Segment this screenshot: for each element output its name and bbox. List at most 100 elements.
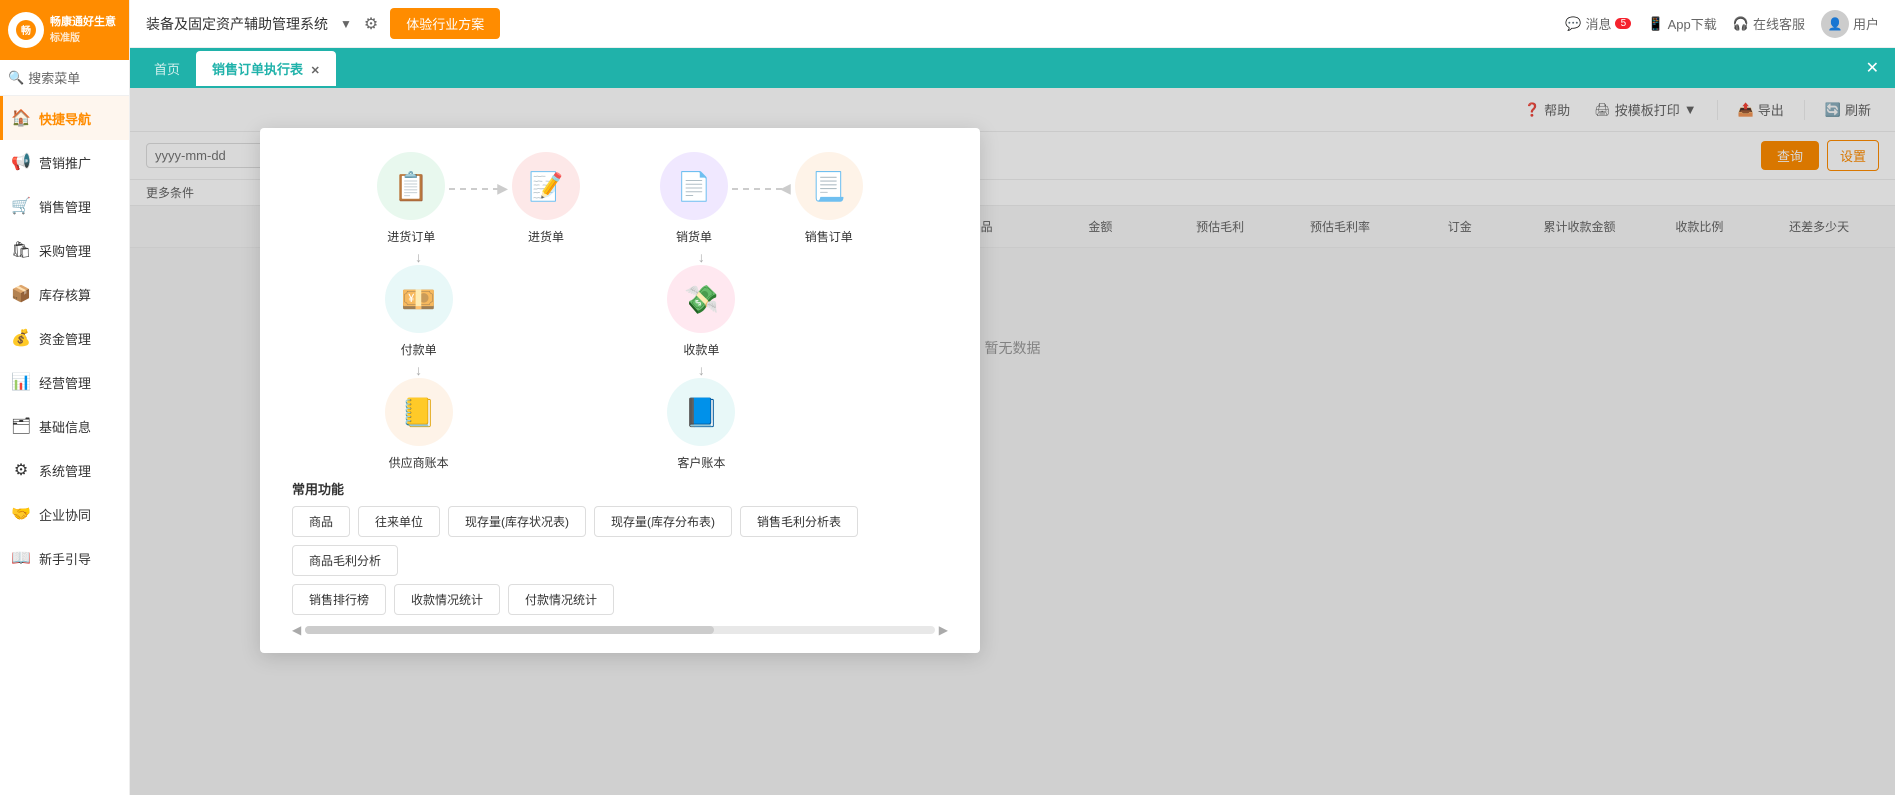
gear-icon[interactable]: ⚙ (364, 14, 378, 34)
common-btn-现存量(库存状况表)[interactable]: 现存量(库存状况表) (448, 506, 586, 537)
scrollbar-track[interactable] (305, 626, 935, 634)
flow-customer-ledger[interactable]: 📘 客户账本 (667, 378, 735, 471)
flow-sales-order-item[interactable]: 📃 销售订单 (795, 152, 863, 245)
common-btn-往来单位[interactable]: 往来单位 (358, 506, 440, 537)
arrow-sb-rec: ↓ (698, 249, 705, 265)
message-badge: 5 (1615, 18, 1631, 29)
arrow-right-2-icon: ◀ (780, 180, 791, 197)
tab-sales-order-label: 销售订单执行表 (212, 62, 303, 77)
common-btn-付款情况统计[interactable]: 付款情况统计 (508, 584, 614, 615)
down-arrow-icon: ↓ (415, 249, 422, 265)
flow-receipt[interactable]: 💸 收款单 (667, 265, 735, 358)
dashed-line (449, 188, 499, 190)
flow-purchase-order[interactable]: 📋 进货订单 (377, 152, 445, 245)
collab-icon: 🤝 (11, 504, 31, 524)
common-functions: 常用功能 商品往来单位现存量(库存状况表)现存量(库存分布表)销售毛利分析表商品… (292, 479, 948, 615)
purchase-icon: 🛍 (11, 240, 31, 260)
system-dropdown-icon[interactable]: ▼ (340, 17, 352, 31)
common-btn-商品毛利分析[interactable]: 商品毛利分析 (292, 545, 398, 576)
sales-bill-label: 销货单 (676, 228, 712, 245)
app-download-label: App下载 (1668, 14, 1717, 33)
flow-purchase-bill[interactable]: 📝 进货单 (512, 152, 580, 245)
common-btns-row1: 商品往来单位现存量(库存状况表) 现存量(库存分布表) 销售毛利分析表商品毛利分析 (292, 506, 948, 576)
flow-left: 📋 进货订单 ▶ 📝 进货单 (377, 152, 580, 471)
experience-btn[interactable]: 体验行业方案 (390, 8, 500, 39)
sidebar-item-purchase[interactable]: 🛍 采购管理 (0, 228, 129, 272)
payment-label: 付款单 (401, 341, 437, 358)
down-arrow-2-icon: ↓ (415, 362, 422, 378)
search-menu[interactable]: 🔍 搜索菜单 (0, 60, 129, 96)
guide-icon: 📖 (11, 548, 31, 568)
topbar-right: 💬 消息 5 📱 App下载 🎧 在线客服 👤 用户 (1565, 10, 1879, 38)
tabbar-close-btn[interactable]: ✕ (1858, 54, 1887, 82)
online-service-btn[interactable]: 🎧 在线客服 (1733, 14, 1805, 33)
common-btn-销售毛利分析表[interactable]: 销售毛利分析表 (740, 506, 858, 537)
common-btns-row2: 销售排行榜收款情况统计付款情况统计 (292, 584, 948, 615)
tab-close-icon[interactable]: ✕ (311, 65, 320, 77)
scrollbar-thumb (305, 626, 714, 634)
scroll-right-btn[interactable]: ▶ (939, 623, 948, 637)
avatar-icon: 👤 (1828, 17, 1843, 31)
down-arrow-4-icon: ↓ (698, 362, 705, 378)
sidebar-label-quick-nav: 快捷导航 (39, 109, 91, 128)
sales-bill-icon: 📄 (660, 152, 728, 220)
flow-right: 📄 销货单 ◀ 📃 销售订单 (660, 152, 863, 471)
sidebar-label-collab: 企业协同 (39, 505, 91, 524)
content-area: ❓ 帮助 🖨 按模板打印 ▼ 📤 导出 🔄 刷新 (130, 88, 1895, 795)
flow-payment[interactable]: 💴 付款单 (385, 265, 453, 358)
sidebar-item-inventory[interactable]: 📦 库存核算 (0, 272, 129, 316)
logo-sub: 标准版 (50, 29, 116, 44)
basic-icon: 🗂 (11, 416, 31, 436)
sidebar-item-finance[interactable]: 💰 资金管理 (0, 316, 129, 360)
sidebar-label-sales: 销售管理 (39, 197, 91, 216)
arrow-po-pb: ▶ (449, 180, 508, 217)
avatar: 👤 (1821, 10, 1849, 38)
tab-home[interactable]: 首页 (138, 51, 196, 86)
message-btn[interactable]: 💬 消息 5 (1565, 14, 1631, 33)
arrow-rec-cust: ↓ (698, 362, 705, 378)
flow-sales-bill[interactable]: 📄 销货单 (660, 152, 728, 245)
flow-supplier-ledger[interactable]: 📒 供应商账本 (385, 378, 453, 471)
finance-icon: 💰 (11, 328, 31, 348)
sidebar-label-system: 系统管理 (39, 461, 91, 480)
arrow-right-icon: ▶ (497, 180, 508, 197)
sidebar-logo: 畅 畅康通好生意 标准版 (0, 0, 129, 60)
down-arrow-3-icon: ↓ (698, 249, 705, 265)
app-download-btn[interactable]: 📱 App下载 (1647, 14, 1716, 33)
sidebar-item-basic[interactable]: 🗂 基础信息 (0, 404, 129, 448)
common-btn-收款情况统计[interactable]: 收款情况统计 (394, 584, 500, 615)
popup-scrollbar: ◀ ▶ (292, 623, 948, 637)
sidebar-item-system[interactable]: ⚙ 系统管理 (0, 448, 129, 492)
online-service-label: 在线客服 (1753, 14, 1805, 33)
common-btn-商品[interactable]: 商品 (292, 506, 350, 537)
popup: 📋 进货订单 ▶ 📝 进货单 (260, 128, 980, 653)
flow-row-top-right: 📄 销货单 ◀ 📃 销售订单 (660, 152, 863, 245)
system-icon: ⚙ (11, 460, 31, 480)
flow-row-top-left: 📋 进货订单 ▶ 📝 进货单 (377, 152, 580, 245)
user-avatar-area[interactable]: 👤 用户 (1821, 10, 1879, 38)
quick-nav-icon: 🏠 (11, 108, 31, 128)
purchase-order-label: 进货订单 (387, 228, 435, 245)
sales-order-label: 销售订单 (805, 228, 853, 245)
tab-sales-order[interactable]: 销售订单执行表 ✕ (196, 51, 336, 86)
common-title: 常用功能 (292, 479, 948, 498)
purchase-order-icon: 📋 (377, 152, 445, 220)
sidebar-item-operations[interactable]: 📊 经营管理 (0, 360, 129, 404)
inventory-icon: 📦 (11, 284, 31, 304)
flow-receipt-wrapper: 💸 收款单 (667, 265, 735, 358)
marketing-icon: 📢 (11, 152, 31, 172)
sidebar-label-guide: 新手引导 (39, 549, 91, 568)
sidebar-label-inventory: 库存核算 (39, 285, 91, 304)
main-area: 装备及固定资产辅助管理系统 ▼ ⚙ 体验行业方案 💬 消息 5 📱 App下载 … (130, 0, 1895, 795)
common-btn-现存量(库存分布表)[interactable]: 现存量(库存分布表) (594, 506, 732, 537)
sidebar-item-marketing[interactable]: 📢 营销推广 (0, 140, 129, 184)
scroll-left-btn[interactable]: ◀ (292, 623, 301, 637)
arrow-pb-pay: ↓ (415, 249, 422, 265)
sidebar-item-guide[interactable]: 📖 新手引导 (0, 536, 129, 580)
sidebar-item-sales[interactable]: 🛒 销售管理 (0, 184, 129, 228)
common-btn-销售排行榜[interactable]: 销售排行榜 (292, 584, 386, 615)
purchase-bill-label: 进货单 (528, 228, 564, 245)
sidebar-item-quick-nav[interactable]: 🏠 快捷导航 (0, 96, 129, 140)
sidebar-item-collab[interactable]: 🤝 企业协同 (0, 492, 129, 536)
flow-payment-wrapper: 💴 付款单 (385, 265, 453, 358)
